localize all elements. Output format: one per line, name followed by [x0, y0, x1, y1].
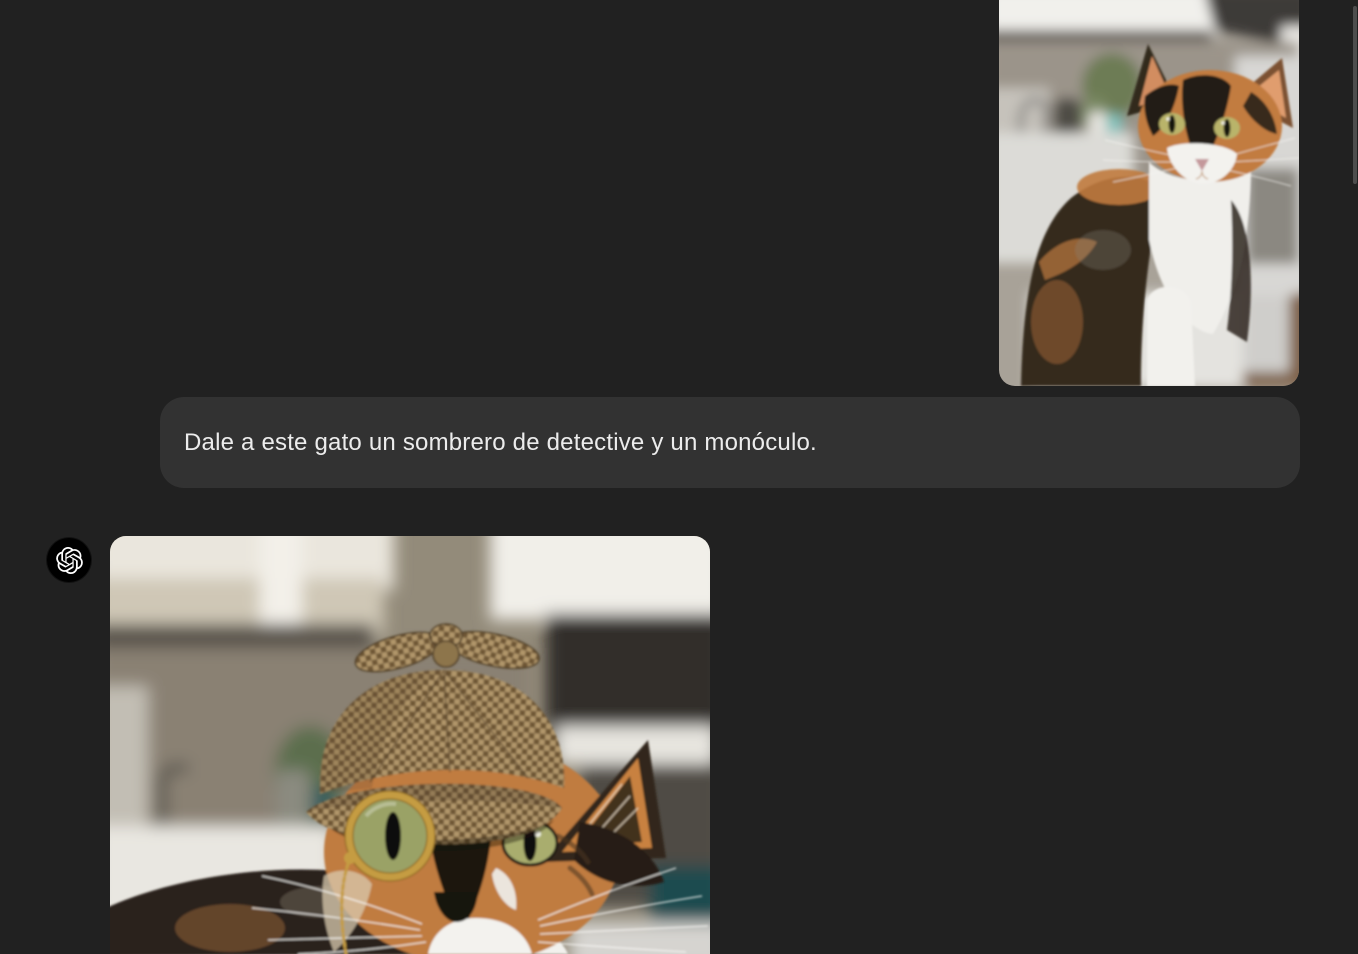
- scrollbar-thumb[interactable]: [1353, 6, 1357, 184]
- assistant-generated-image[interactable]: [110, 536, 710, 954]
- user-message-text: Dale a este gato un sombrero de detectiv…: [184, 427, 817, 458]
- uploaded-cat-photo: [999, 0, 1299, 386]
- generated-cat-photo: [110, 536, 710, 954]
- chat-viewport: Dale a este gato un sombrero de detectiv…: [0, 0, 1358, 954]
- openai-logo-icon: [56, 547, 83, 574]
- user-message-bubble: Dale a este gato un sombrero de detectiv…: [160, 397, 1300, 488]
- user-uploaded-image[interactable]: [999, 0, 1299, 386]
- assistant-avatar: [46, 537, 92, 583]
